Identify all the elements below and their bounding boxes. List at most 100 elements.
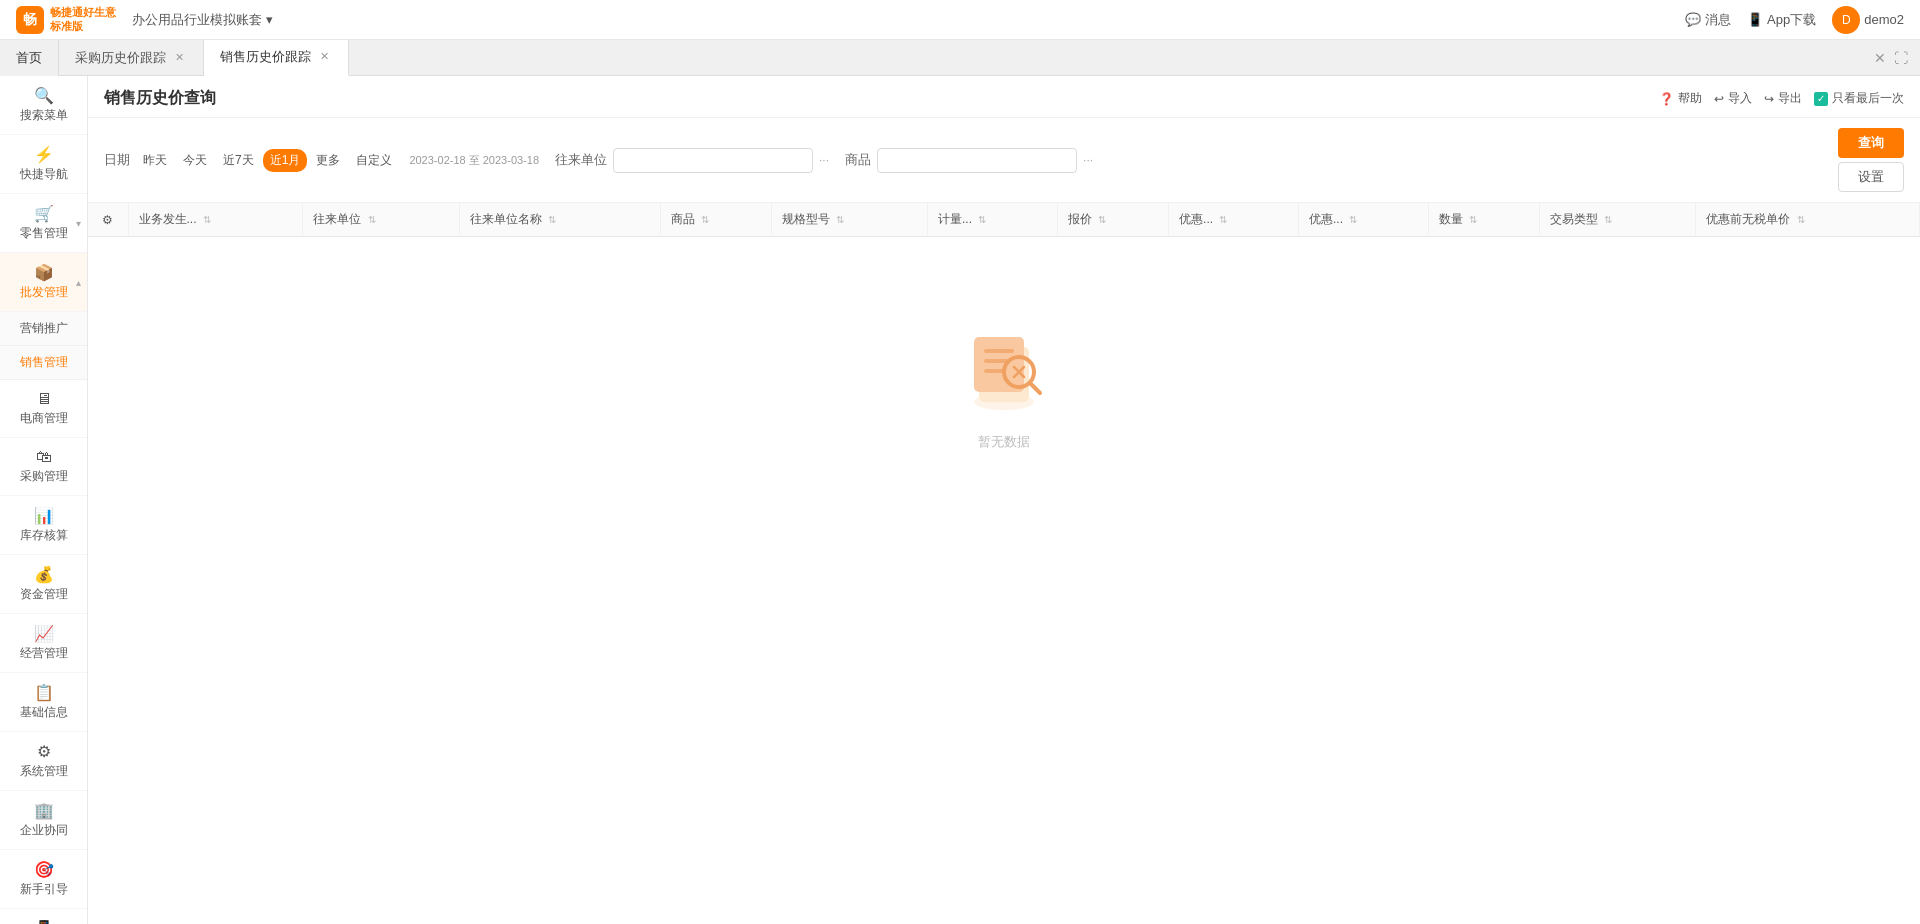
sidebar-item-system-label: 系统管理 [20, 763, 68, 780]
sidebar-item-operation[interactable]: 📈 经营管理 [0, 614, 87, 673]
tab-purchase-history-label: 采购历史价跟踪 [75, 49, 166, 67]
sidebar-item-wholesale[interactable]: 📦 批发管理 ▴ [0, 253, 87, 312]
date-btn-more[interactable]: 更多 [309, 149, 347, 172]
export-label: 导出 [1778, 90, 1802, 107]
date-btn-7days[interactable]: 近7天 [216, 149, 261, 172]
sidebar-item-purchase[interactable]: 🛍 采购管理 [0, 438, 87, 496]
help-action[interactable]: ❓ 帮助 [1659, 90, 1702, 107]
only-last-item[interactable]: ✓ 只看最后一次 [1814, 90, 1904, 107]
partner-dots[interactable]: ··· [819, 153, 829, 167]
sidebar-item-marketing-label: 营销推广 [20, 321, 68, 335]
sidebar-item-search[interactable]: 🔍 搜索菜单 [0, 76, 87, 135]
tab-purchase-history[interactable]: 采购历史价跟踪 ✕ [59, 40, 204, 76]
query-button[interactable]: 查询 [1838, 128, 1904, 158]
guide-icon: 🎯 [34, 860, 54, 879]
sort-icon-trade-type: ⇅ [1604, 214, 1612, 225]
th-trade-type[interactable]: 交易类型 ⇅ [1540, 203, 1696, 237]
product-input[interactable] [877, 148, 1077, 173]
tab-sales-history[interactable]: 销售历史价跟踪 ✕ [204, 40, 349, 76]
tab-purchase-history-close[interactable]: ✕ [172, 50, 187, 65]
sidebar-item-guide[interactable]: 🎯 新手引导 [0, 850, 87, 909]
partner-input[interactable] [613, 148, 813, 173]
sidebar-item-finance[interactable]: 💰 资金管理 [0, 555, 87, 614]
sidebar-item-inventory[interactable]: 📊 库存核算 [0, 496, 87, 555]
export-icon: ↪ [1764, 92, 1774, 106]
sidebar-item-ecommerce[interactable]: 🖥 电商管理 [0, 380, 87, 438]
message-item[interactable]: 💬 消息 [1685, 11, 1731, 29]
help-icon: ❓ [1659, 92, 1674, 106]
sidebar-item-basic[interactable]: 📋 基础信息 [0, 673, 87, 732]
settings-button[interactable]: 设置 [1838, 162, 1904, 192]
th-discount1-label: 优惠... [1179, 212, 1213, 226]
svg-rect-5 [984, 369, 1004, 373]
th-product-label: 商品 [671, 212, 695, 226]
app-download-label: App下载 [1767, 11, 1816, 29]
app-selector[interactable]: 办公用品行业模拟账套 ▾ [124, 7, 281, 33]
sidebar-item-basic-label: 基础信息 [20, 704, 68, 721]
sidebar-item-system[interactable]: ⚙ 系统管理 [0, 732, 87, 791]
tab-home[interactable]: 首页 [0, 40, 59, 76]
filter-right-actions: 查询 设置 [1838, 128, 1904, 192]
sidebar-item-marketing[interactable]: 营销推广 [0, 312, 87, 346]
th-partner-name-label: 往来单位名称 [470, 212, 542, 226]
sidebar-item-sales-mgmt[interactable]: 销售管理 [0, 346, 87, 380]
table-header-row: ⚙ 业务发生... ⇅ 往来单位 ⇅ 往来单位名称 [88, 203, 1920, 237]
th-pre-tax-price[interactable]: 优惠前无税单价 ⇅ [1696, 203, 1920, 237]
th-biz-date[interactable]: 业务发生... ⇅ [128, 203, 303, 237]
sidebar-item-retail-label: 零售管理 [20, 225, 68, 242]
th-partner-name[interactable]: 往来单位名称 ⇅ [459, 203, 660, 237]
fullscreen-icon[interactable]: ⛶ [1894, 50, 1908, 66]
th-biz-date-label: 业务发生... [139, 212, 197, 226]
logo-area: 畅 畅捷通好生意 标准版 [16, 6, 116, 34]
th-quantity-label: 数量 [1439, 212, 1463, 226]
search-icon: 🔍 [34, 86, 54, 105]
th-partner-code[interactable]: 往来单位 ⇅ [303, 203, 459, 237]
date-btn-1month[interactable]: 近1月 [263, 149, 308, 172]
message-label: 消息 [1705, 11, 1731, 29]
table-container: ⚙ 业务发生... ⇅ 往来单位 ⇅ 往来单位名称 [88, 203, 1920, 924]
tab-bar: 首页 采购历史价跟踪 ✕ 销售历史价跟踪 ✕ ✕ ⛶ [0, 40, 1920, 76]
tab-sales-history-label: 销售历史价跟踪 [220, 48, 311, 66]
partner-label: 往来单位 [555, 151, 607, 169]
filter-group-partner: 往来单位 ··· [555, 148, 829, 173]
date-btn-today[interactable]: 今天 [176, 149, 214, 172]
sidebar-item-app-center[interactable]: 📱 应用中心 [0, 909, 87, 924]
user-item[interactable]: D demo2 [1832, 6, 1904, 34]
sidebar-item-sales-mgmt-label: 销售管理 [20, 355, 68, 369]
date-btn-custom[interactable]: 自定义 [349, 149, 399, 172]
sidebar-item-quick-nav[interactable]: ⚡ 快捷导航 [0, 135, 87, 194]
export-action[interactable]: ↪ 导出 [1764, 90, 1802, 107]
close-all-icon[interactable]: ✕ [1874, 50, 1886, 66]
th-price[interactable]: 报价 ⇅ [1057, 203, 1168, 237]
user-name: demo2 [1864, 12, 1904, 27]
data-table: ⚙ 业务发生... ⇅ 往来单位 ⇅ 往来单位名称 [88, 203, 1920, 237]
tab-bar-actions: ✕ ⛶ [1874, 50, 1920, 66]
system-icon: ⚙ [37, 742, 51, 761]
tab-sales-history-close[interactable]: ✕ [317, 49, 332, 64]
th-product[interactable]: 商品 ⇅ [660, 203, 771, 237]
chevron-up-icon: ▴ [76, 277, 81, 288]
product-label: 商品 [845, 151, 871, 169]
sidebar-item-enterprise-label: 企业协同 [20, 822, 68, 839]
app-download-item[interactable]: 📱 App下载 [1747, 11, 1816, 29]
main-layout: 🔍 搜索菜单 ⚡ 快捷导航 🛒 零售管理 ▾ 📦 批发管理 ▴ 营销推广 销售管… [0, 76, 1920, 924]
empty-illustration [954, 317, 1054, 417]
th-discount1[interactable]: 优惠... ⇅ [1169, 203, 1299, 237]
top-bar-left: 畅 畅捷通好生意 标准版 办公用品行业模拟账套 ▾ [16, 6, 281, 34]
svg-rect-3 [984, 349, 1014, 353]
th-spec[interactable]: 规格型号 ⇅ [771, 203, 927, 237]
date-btn-yesterday[interactable]: 昨天 [136, 149, 174, 172]
date-buttons: 昨天 今天 近7天 近1月 更多 自定义 [136, 149, 399, 172]
tab-home-label: 首页 [16, 49, 42, 67]
sidebar-item-retail[interactable]: 🛒 零售管理 ▾ [0, 194, 87, 253]
product-dots[interactable]: ··· [1083, 153, 1093, 167]
date-label: 日期 [104, 151, 130, 169]
import-action[interactable]: ↩ 导入 [1714, 90, 1752, 107]
wholesale-icon: 📦 [34, 263, 54, 282]
th-unit[interactable]: 计量... ⇅ [927, 203, 1057, 237]
th-settings[interactable]: ⚙ [88, 203, 128, 237]
sidebar-item-enterprise[interactable]: 🏢 企业协同 [0, 791, 87, 850]
th-discount2[interactable]: 优惠... ⇅ [1299, 203, 1429, 237]
sort-icon-partner-code: ⇅ [368, 214, 376, 225]
th-quantity[interactable]: 数量 ⇅ [1428, 203, 1539, 237]
